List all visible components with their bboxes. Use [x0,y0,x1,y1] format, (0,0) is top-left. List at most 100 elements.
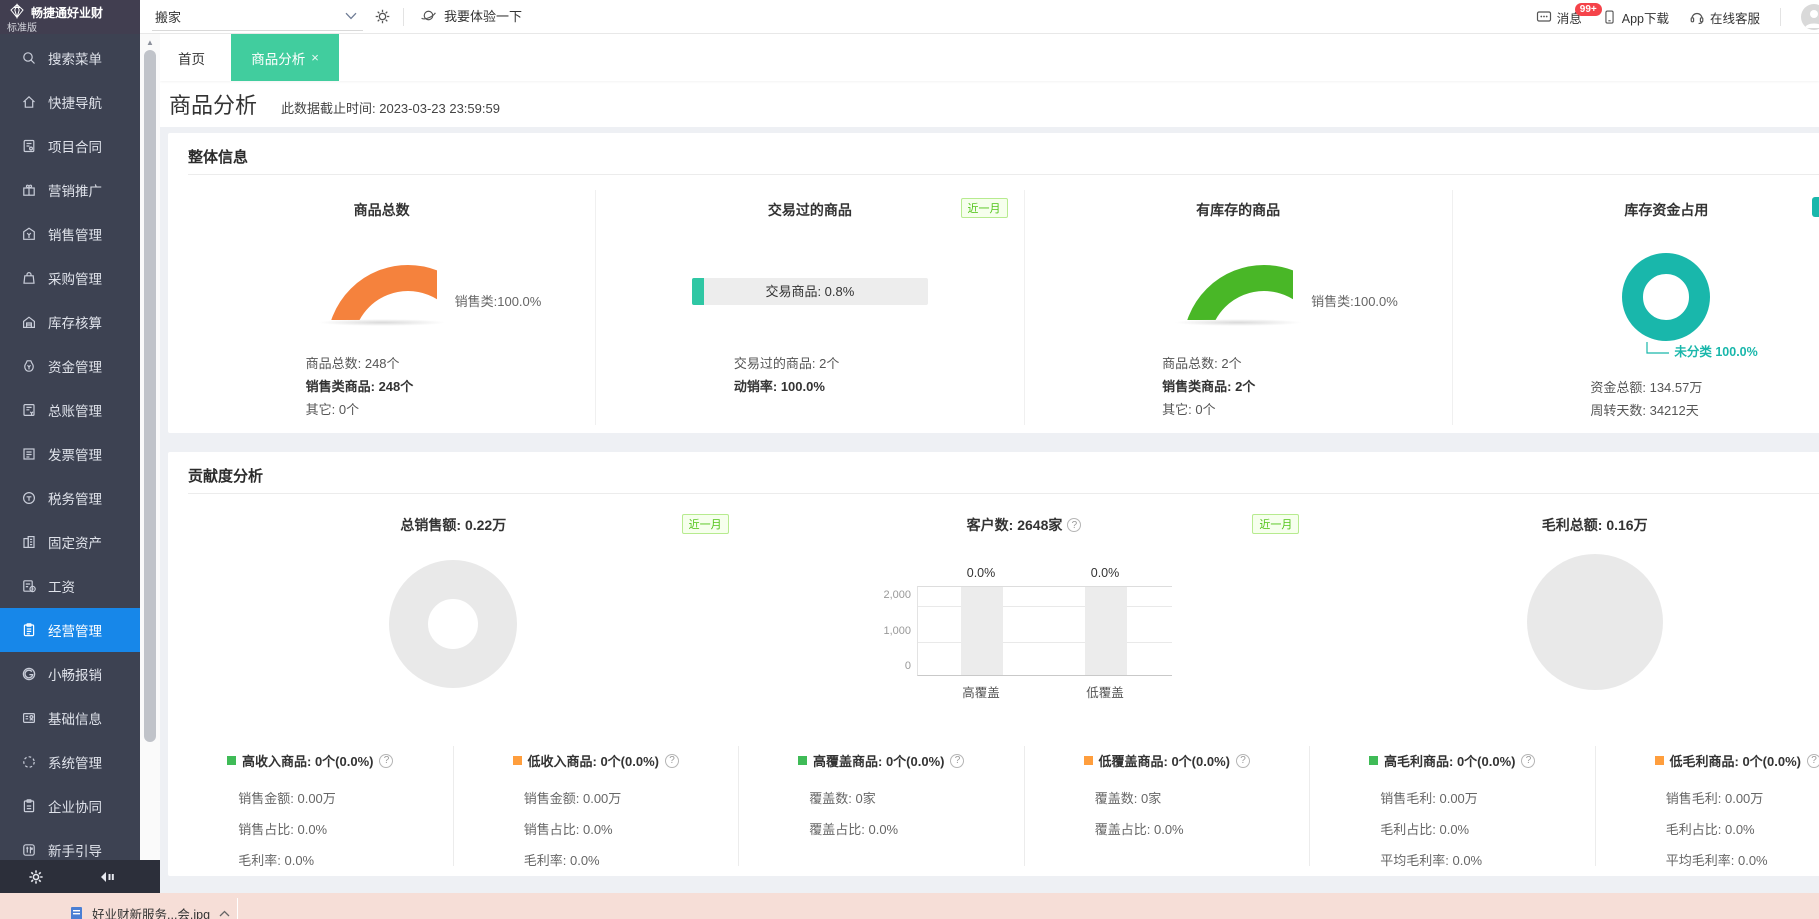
sidebar-scrollbar[interactable]: ▲ ▼ [140,34,160,892]
download-file-name: 好业财新服务...会.jpg [92,908,211,919]
orange-gauge-chart: 销售类:100.0% [317,265,541,326]
sidebar-item-quick-nav[interactable]: 快捷导航 [0,80,140,124]
scroll-up-icon[interactable]: ▲ [140,38,160,47]
chart-title: 总销售额: 0.22万 [400,517,507,533]
sidebar-item-basic-info[interactable]: 基础信息 [0,696,140,740]
stat-line: 商品总数: 248个 [305,356,400,371]
legend-green-marker [227,756,237,765]
stat-line: 周转天数: 34212天 [1590,403,1699,418]
legend-orange-marker [1083,756,1093,765]
warehouse-icon [21,314,37,330]
download-item[interactable]: 好业财新服务...会.jpg [70,904,230,919]
sidebar-item-label: 总账管理 [48,404,102,419]
stat-line: 毛利率: 0.0% [523,853,600,868]
clipboard-icon [21,622,37,638]
help-icon[interactable]: ? [1806,753,1819,768]
help-icon[interactable]: ? [379,753,394,768]
message-icon [1536,9,1552,25]
sidebar-item-xiaochang-expense[interactable]: 小畅报销 [0,652,140,696]
stat-line: 毛利占比: 0.0% [1665,822,1755,837]
invoice-icon [21,446,37,462]
topbar-divider-2 [1780,8,1781,26]
card-stocked-products: 有库存的商品 销售类:100.0% 商品总数: 2个 销售类商品: 2个 其它:… [1025,190,1453,425]
scrollbar-thumb[interactable] [144,50,156,742]
sidebar-item-project-contract[interactable]: 项目合同 [0,124,140,168]
stat-high-margin: 高毛利商品: 0个(0.0%) ? 销售毛利: 0.00万 毛利占比: 0.0%… [1309,746,1595,868]
download-bar-divider [237,898,238,919]
empty-pie-chart [1526,554,1663,690]
chart-gross-profit: 毛利总额: 0.16万 [1309,502,1819,746]
app-download-button[interactable]: App下载 [1602,8,1669,27]
close-icon[interactable]: × [311,50,319,65]
chevron-down-icon[interactable] [345,12,357,20]
stat-low-margin: 低毛利商品: 0个(0.0%) ? 销售毛利: 0.00万 毛利占比: 0.0%… [1594,746,1819,868]
shopping-bag-icon [21,270,37,286]
help-icon[interactable]: ? [950,753,965,768]
sidebar-item-invoices[interactable]: 发票管理 [0,432,140,476]
empty-donut-chart [389,560,518,688]
sidebar-item-system[interactable]: 系统管理 [0,740,140,784]
stat-low-coverage: 低覆盖商品: 0个(0.0%) ? 覆盖数: 0家 覆盖占比: 0.0% [1023,746,1310,866]
collapse-sidebar-icon[interactable] [98,869,116,885]
sidebar-item-enterprise-collab[interactable]: 企业协同 [0,784,140,828]
app-download-label: App下载 [1621,11,1669,26]
download-bar: 好业财新服务...会.jpg [0,893,1819,919]
legend-label: 低收入商品: 0个(0.0%) [527,754,659,769]
account-dropdown[interactable]: 搬家 [155,7,181,26]
sidebar-item-label: 小畅报销 [48,668,102,683]
sidebar-item-payroll[interactable]: 工资 [0,564,140,608]
money-pouch-icon [21,358,37,374]
stat-line: 毛利率: 0.0% [238,853,315,868]
stat-line: 销售毛利: 0.00万 [1665,791,1764,806]
online-service-button[interactable]: 在线客服 [1689,8,1760,27]
sidebar-item-funds[interactable]: 资金管理 [0,344,140,388]
sidebar-item-search-menu[interactable]: 搜索菜单 [0,36,140,80]
stat-line: 覆盖数: 0家 [809,791,876,806]
sidebar-item-label: 基础信息 [48,712,102,727]
app-edition: 标准版 [7,23,37,34]
online-service-label: 在线客服 [1709,11,1760,26]
sidebar-item-label: 固定资产 [48,536,102,551]
planet-icon [420,7,437,24]
sidebar-item-label: 系统管理 [48,756,102,771]
sidebar-item-purchasing[interactable]: 采购管理 [0,256,140,300]
bar-value-label: 0.0% [1090,566,1120,580]
stat-line: 资金总额: 134.57万 [1590,380,1703,395]
sidebar-item-general-ledger[interactable]: 总账管理 [0,388,140,432]
contribution-section-title: 贡献度分析 [188,452,1819,494]
search-icon [21,50,37,66]
card-title: 交易过的商品 [767,202,852,218]
sidebar-item-label: 项目合同 [48,140,102,155]
stat-line: 其它: 0个 [1162,402,1216,417]
experience-button[interactable]: 我要体验一下 [420,6,522,25]
app-title: 畅捷通好业财 [31,6,104,20]
messages-button[interactable]: 消息 99+ [1536,2,1602,27]
home-icon [21,94,37,110]
user-avatar[interactable] [1801,4,1819,30]
bar-low-coverage [1085,587,1127,675]
legend-green-marker [798,756,808,765]
gear-icon[interactable] [374,8,391,25]
floating-widget-edge[interactable] [1812,197,1819,217]
new-badge-icon [21,842,37,858]
y-tick: 1,000 [883,625,911,637]
sidebar-item-sales[interactable]: 销售管理 [0,212,140,256]
sidebar-item-inventory[interactable]: 库存核算 [0,300,140,344]
g-logo-icon [21,666,37,682]
sidebar-item-marketing[interactable]: 营销推广 [0,168,140,212]
stat-line: 销售占比: 0.0% [523,822,613,837]
help-icon[interactable]: ? [664,753,679,768]
tab-home[interactable]: 首页 [160,34,223,81]
sidebar-item-business-management[interactable]: 经营管理 [0,608,140,652]
sidebar-item-fixed-assets[interactable]: 固定资产 [0,520,140,564]
card-total-products: 商品总数 销售类:100.0% 商品总数: 248个 销售类商品: 248个 其… [168,190,597,425]
help-icon[interactable]: ? [1235,753,1250,768]
help-icon[interactable]: ? [1521,753,1536,768]
settings-gear-icon[interactable] [28,869,44,885]
sidebar-item-label: 经营管理 [48,624,102,639]
sidebar-item-tax[interactable]: 税务管理 [0,476,140,520]
tab-product-analysis[interactable]: 商品分析 × [231,34,339,81]
help-icon[interactable]: ? [1067,518,1082,532]
caret-up-icon [219,910,230,917]
contribution-section: 贡献度分析 总销售额: 0.22万 近一月 客户数: 2648家 ? 近一月 2… [168,452,1819,876]
